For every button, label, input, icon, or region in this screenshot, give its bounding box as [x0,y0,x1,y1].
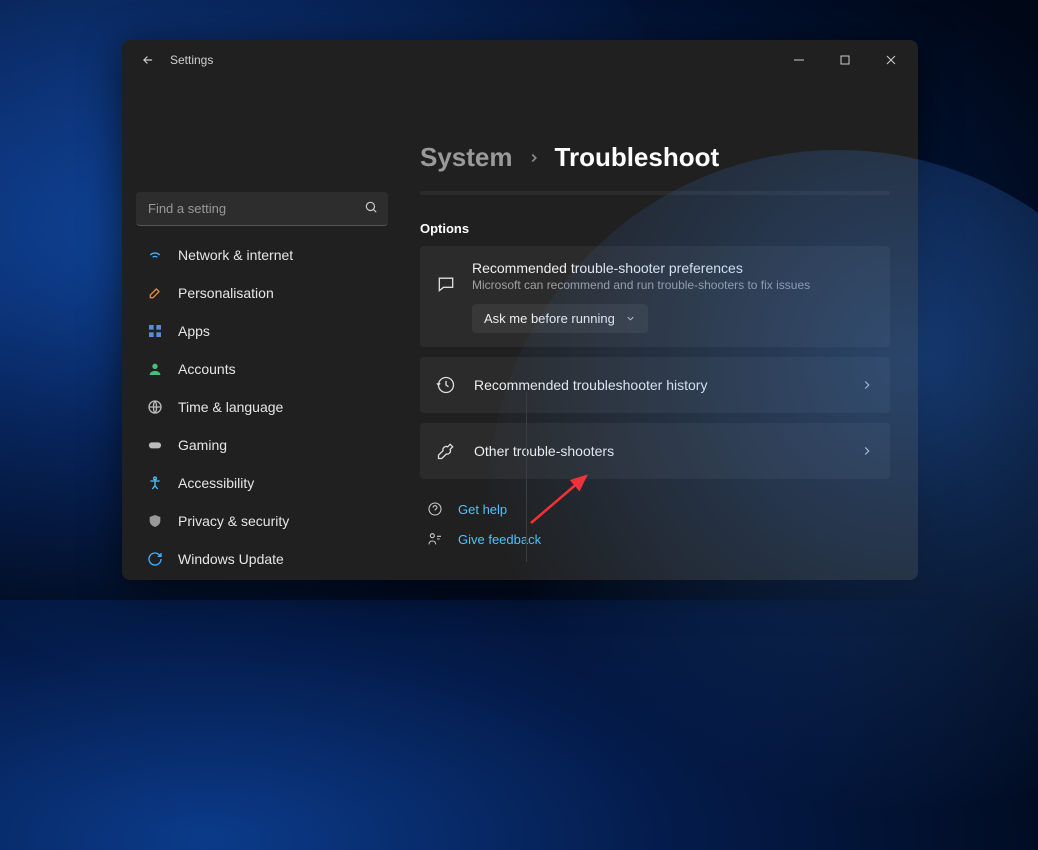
main-content: System Troubleshoot Options Recommended … [402,80,918,580]
annotation-arrow [526,468,606,528]
section-heading: Options [420,221,890,236]
select-value: Ask me before running [484,311,615,326]
sidebar-item-label: Accessibility [178,475,254,491]
troubleshooter-history-row[interactable]: Recommended troubleshooter history [420,357,890,413]
search-icon [364,200,378,214]
sidebar: Network & internet Personalisation Apps … [122,80,402,580]
sidebar-item-apps[interactable]: Apps [136,312,388,350]
sidebar-item-personalisation[interactable]: Personalisation [136,274,388,312]
account-icon [146,360,164,378]
chevron-right-icon [527,151,541,165]
globe-icon [146,398,164,416]
sidebar-item-label: Personalisation [178,285,274,301]
sidebar-item-windows-update[interactable]: Windows Update [136,540,388,578]
apps-icon [146,322,164,340]
chat-icon [436,274,456,294]
settings-window: Settings Network & i [122,40,918,580]
wifi-icon [146,246,164,264]
link-label: Get help [458,502,507,517]
breadcrumb: System Troubleshoot [420,142,890,173]
sidebar-item-accessibility[interactable]: Accessibility [136,464,388,502]
brush-icon [146,284,164,302]
sidebar-item-time-language[interactable]: Time & language [136,388,388,426]
close-button[interactable] [868,40,914,80]
shield-icon [146,512,164,530]
sidebar-item-label: Network & internet [178,247,293,263]
link-label: Give feedback [458,532,541,547]
accessibility-icon [146,474,164,492]
sidebar-item-label: Gaming [178,437,227,453]
breadcrumb-parent[interactable]: System [420,142,513,173]
update-icon [146,550,164,568]
sidebar-item-network[interactable]: Network & internet [136,236,388,274]
card-title: Other trouble-shooters [474,443,614,459]
breadcrumb-current: Troubleshoot [555,142,720,173]
troubleshooter-prefs-card: Recommended trouble-shooter preferences … [420,246,890,347]
divider [526,392,527,562]
sidebar-item-label: Accounts [178,361,236,377]
prefs-select[interactable]: Ask me before running [472,304,648,333]
sidebar-item-label: Windows Update [178,551,284,567]
help-icon [426,501,444,517]
chevron-right-icon [860,444,874,458]
game-icon [146,436,164,454]
sidebar-item-privacy[interactable]: Privacy & security [136,502,388,540]
minimize-button[interactable] [776,40,822,80]
card-title: Recommended troubleshooter history [474,377,707,393]
card-title: Recommended trouble-shooter preferences [472,260,874,276]
back-button[interactable] [130,42,166,78]
window-title: Settings [170,53,213,67]
sidebar-item-label: Privacy & security [178,513,289,529]
sidebar-item-label: Apps [178,323,210,339]
search-input[interactable] [136,192,388,226]
give-feedback-link[interactable]: Give feedback [426,531,890,547]
other-troubleshooters-row[interactable]: Other trouble-shooters [420,423,890,479]
get-help-link[interactable]: Get help [426,501,890,517]
history-icon [436,375,456,395]
chevron-right-icon [860,378,874,392]
titlebar: Settings [122,40,918,80]
maximize-button[interactable] [822,40,868,80]
sidebar-item-gaming[interactable]: Gaming [136,426,388,464]
window-controls [776,40,914,80]
feedback-icon [426,531,444,547]
sidebar-item-accounts[interactable]: Accounts [136,350,388,388]
sidebar-item-label: Time & language [178,399,283,415]
card-subtitle: Microsoft can recommend and run trouble-… [472,278,874,292]
chevron-down-icon [625,313,636,324]
progress-bar [420,191,890,195]
wrench-icon [436,441,456,461]
help-links: Get help Give feedback [420,501,890,547]
sidebar-nav: Network & internet Personalisation Apps … [136,236,388,578]
